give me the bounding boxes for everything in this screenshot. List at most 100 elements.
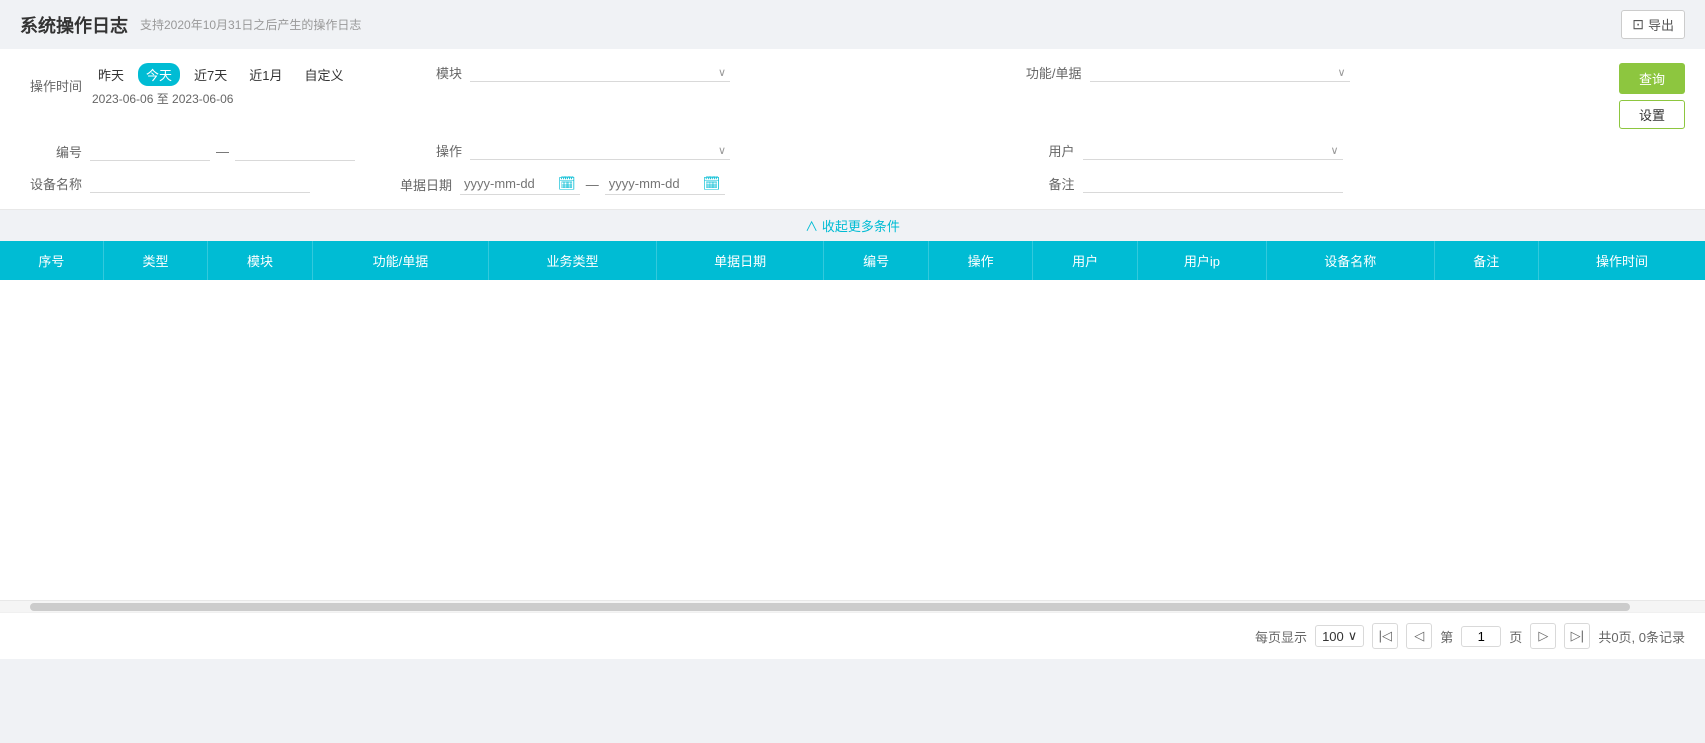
- module-select[interactable]: ∨: [470, 64, 730, 82]
- time-filter-section: 操作时间 昨天 今天 近7天 近1月 自定义 2023-06-06 至 2023…: [20, 63, 360, 107]
- time-btn-1month[interactable]: 近1月: [241, 63, 290, 86]
- calendar-end-icon[interactable]: 🗓: [703, 175, 721, 192]
- setting-button[interactable]: 设置: [1619, 100, 1685, 129]
- page-first-icon: |◁: [1379, 628, 1392, 644]
- page-title: 系统操作日志: [20, 12, 128, 38]
- voucher-date-label: 单据日期: [400, 175, 460, 194]
- page-next-icon: ▷: [1538, 628, 1548, 644]
- table-col-业务类型: 业务类型: [489, 241, 657, 280]
- data-table: 序号类型模块功能/单据业务类型单据日期编号操作用户用户ip设备名称备注操作时间: [0, 241, 1705, 280]
- no-dash: —: [210, 144, 235, 159]
- operation-select[interactable]: ∨: [470, 142, 730, 160]
- module-chevron-icon: ∨: [718, 66, 726, 79]
- module-filter-section: 模块 ∨: [360, 63, 980, 82]
- user-select[interactable]: ∨: [1083, 142, 1343, 160]
- export-icon: ⊡: [1632, 16, 1644, 33]
- filter-row-1: 操作时间 昨天 今天 近7天 近1月 自定义 2023-06-06 至 2023…: [20, 63, 1685, 129]
- table-container: 序号类型模块功能/单据业务类型单据日期编号操作用户用户ip设备名称备注操作时间: [0, 241, 1705, 280]
- date-start-wrap: 🗓: [460, 173, 580, 195]
- operation-label: 操作: [400, 141, 470, 160]
- time-buttons: 昨天 今天 近7天 近1月 自定义: [90, 63, 352, 86]
- func-label: 功能/单据: [1020, 63, 1090, 82]
- user-label: 用户: [1013, 141, 1083, 160]
- remark-input[interactable]: [1083, 173, 1343, 193]
- scrollbar-area[interactable]: [0, 600, 1705, 612]
- time-label: 操作时间: [20, 76, 90, 95]
- page-last-icon: ▷|: [1571, 628, 1584, 644]
- page-label: 第: [1440, 627, 1453, 646]
- table-col-序号: 序号: [0, 241, 103, 280]
- filter-area: 操作时间 昨天 今天 近7天 近1月 自定义 2023-06-06 至 2023…: [0, 49, 1705, 209]
- time-btn-yesterday[interactable]: 昨天: [90, 63, 132, 86]
- no-input-end[interactable]: [235, 141, 355, 161]
- time-btn-today[interactable]: 今天: [138, 63, 180, 86]
- title-area: 系统操作日志 支持2020年10月31日之后产生的操作日志: [20, 12, 361, 38]
- collapse-arrow-icon: ∧: [805, 219, 818, 234]
- page-last-button[interactable]: ▷|: [1564, 623, 1590, 649]
- date-start-input[interactable]: [464, 176, 554, 191]
- page-prev-button[interactable]: ◁: [1406, 623, 1432, 649]
- module-label: 模块: [400, 63, 470, 82]
- per-page-label: 每页显示: [1255, 627, 1307, 646]
- action-buttons: 查询 设置: [1599, 63, 1685, 129]
- page-number-input[interactable]: [1461, 626, 1501, 647]
- table-col-操作时间: 操作时间: [1539, 241, 1705, 280]
- func-chevron-icon: ∨: [1337, 66, 1345, 79]
- per-page-value: 100: [1322, 629, 1344, 644]
- remark-filter-section: 备注: [973, 173, 1586, 193]
- time-btn-7days[interactable]: 近7天: [186, 63, 235, 86]
- operation-filter-section: 操作 ∨: [360, 141, 973, 160]
- collapse-label: 收起更多条件: [822, 219, 900, 234]
- time-filter: 昨天 今天 近7天 近1月 自定义 2023-06-06 至 2023-06-0…: [90, 63, 352, 107]
- per-page-select[interactable]: 100 ∨: [1315, 625, 1364, 647]
- table-col-用户ip: 用户ip: [1137, 241, 1266, 280]
- table-col-功能/单据: 功能/单据: [312, 241, 488, 280]
- export-label: 导出: [1648, 15, 1674, 34]
- func-select[interactable]: ∨: [1090, 64, 1350, 82]
- page-subtitle: 支持2020年10月31日之后产生的操作日志: [140, 16, 361, 33]
- filter-row-3: 设备名称 单据日期 🗓 — 🗓 备注: [20, 173, 1685, 209]
- page-header: 系统操作日志 支持2020年10月31日之后产生的操作日志 ⊡ 导出: [0, 0, 1705, 49]
- device-input[interactable]: [90, 173, 310, 193]
- page-first-button[interactable]: |◁: [1372, 623, 1398, 649]
- date-end-wrap: 🗓: [605, 173, 725, 195]
- device-filter-section: 设备名称: [20, 173, 360, 193]
- table-col-单据日期: 单据日期: [656, 241, 824, 280]
- no-input-start[interactable]: [90, 141, 210, 161]
- collapse-bar[interactable]: ∧ 收起更多条件: [0, 209, 1705, 241]
- device-label: 设备名称: [20, 174, 90, 193]
- page-next-button[interactable]: ▷: [1530, 623, 1556, 649]
- func-filter-section: 功能/单据 ∨: [980, 63, 1600, 82]
- no-filter-section: 编号 —: [20, 141, 360, 161]
- calendar-start-icon[interactable]: 🗓: [558, 175, 576, 192]
- table-col-设备名称: 设备名称: [1266, 241, 1434, 280]
- pagination-bar: 每页显示 100 ∨ |◁ ◁ 第 页 ▷ ▷| 共0页, 0条记录: [0, 612, 1705, 659]
- table-col-模块: 模块: [208, 241, 312, 280]
- per-page-arrow-icon: ∨: [1348, 628, 1358, 644]
- table-col-编号: 编号: [824, 241, 928, 280]
- table-header: 序号类型模块功能/单据业务类型单据日期编号操作用户用户ip设备名称备注操作时间: [0, 241, 1705, 280]
- total-info: 共0页, 0条记录: [1598, 627, 1685, 646]
- table-col-操作: 操作: [928, 241, 1032, 280]
- user-chevron-icon: ∨: [1330, 144, 1338, 157]
- remark-label: 备注: [1013, 174, 1083, 193]
- export-button[interactable]: ⊡ 导出: [1621, 10, 1685, 39]
- page-unit: 页: [1509, 627, 1522, 646]
- voucher-date-filter-section: 单据日期 🗓 — 🗓: [360, 173, 973, 195]
- query-button[interactable]: 查询: [1619, 63, 1685, 94]
- user-filter-section: 用户 ∨: [973, 141, 1586, 160]
- filter-row-2: 编号 — 操作 ∨ 用户 ∨: [20, 141, 1685, 161]
- date-range-text: 2023-06-06 至 2023-06-06: [90, 90, 352, 107]
- table-col-备注: 备注: [1434, 241, 1538, 280]
- table-header-row: 序号类型模块功能/单据业务类型单据日期编号操作用户用户ip设备名称备注操作时间: [0, 241, 1705, 280]
- no-label: 编号: [20, 142, 90, 161]
- operation-chevron-icon: ∨: [718, 144, 726, 157]
- table-col-用户: 用户: [1033, 241, 1137, 280]
- page-prev-icon: ◁: [1414, 628, 1424, 644]
- scrollbar-thumb[interactable]: [30, 603, 1630, 611]
- time-btn-custom[interactable]: 自定义: [297, 63, 352, 86]
- filter-rows: 操作时间 昨天 今天 近7天 近1月 自定义 2023-06-06 至 2023…: [20, 63, 1685, 209]
- date-end-input[interactable]: [609, 176, 699, 191]
- date-dash: —: [580, 177, 605, 192]
- table-col-类型: 类型: [103, 241, 207, 280]
